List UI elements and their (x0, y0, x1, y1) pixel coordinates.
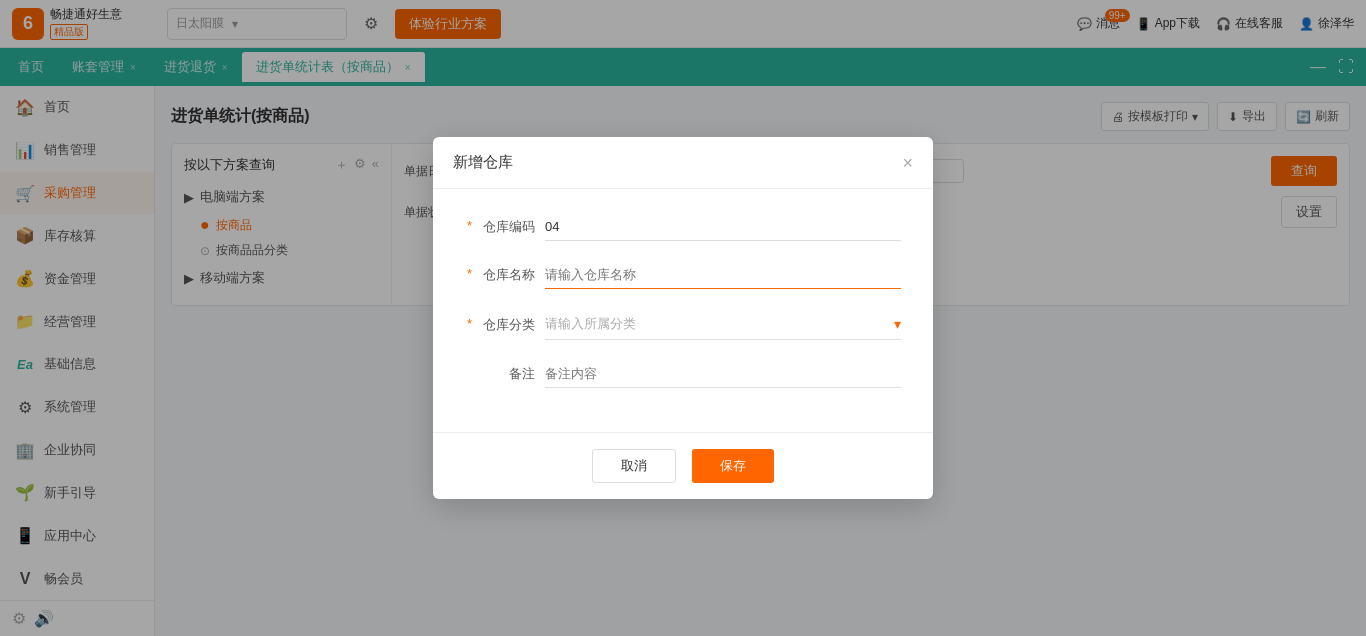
modal-title: 新增仓库 (453, 153, 513, 172)
form-row-category: 仓库分类 请输入所属分类 ▾ (465, 309, 901, 340)
category-placeholder: 请输入所属分类 (545, 315, 636, 333)
category-label: 仓库分类 (465, 316, 545, 334)
modal-header: 新增仓库 × (433, 137, 933, 189)
modal-add-warehouse: 新增仓库 × 仓库编码 仓库名称 仓库分类 请输入所属分类 ▾ (433, 137, 933, 499)
cancel-button[interactable]: 取消 (592, 449, 676, 483)
code-input[interactable] (545, 213, 901, 241)
form-row-code: 仓库编码 (465, 213, 901, 241)
category-dropdown-icon: ▾ (894, 316, 901, 332)
remark-input[interactable] (545, 360, 901, 388)
save-button[interactable]: 保存 (692, 449, 774, 483)
modal-close-button[interactable]: × (902, 154, 913, 172)
name-label: 仓库名称 (465, 266, 545, 284)
form-row-name: 仓库名称 (465, 261, 901, 289)
modal-body: 仓库编码 仓库名称 仓库分类 请输入所属分类 ▾ 备注 (433, 189, 933, 432)
remark-label: 备注 (465, 365, 545, 383)
category-select[interactable]: 请输入所属分类 ▾ (545, 309, 901, 340)
code-label: 仓库编码 (465, 218, 545, 236)
modal-overlay: 新增仓库 × 仓库编码 仓库名称 仓库分类 请输入所属分类 ▾ (0, 0, 1366, 636)
form-row-remark: 备注 (465, 360, 901, 388)
modal-footer: 取消 保存 (433, 432, 933, 499)
name-input[interactable] (545, 261, 901, 289)
